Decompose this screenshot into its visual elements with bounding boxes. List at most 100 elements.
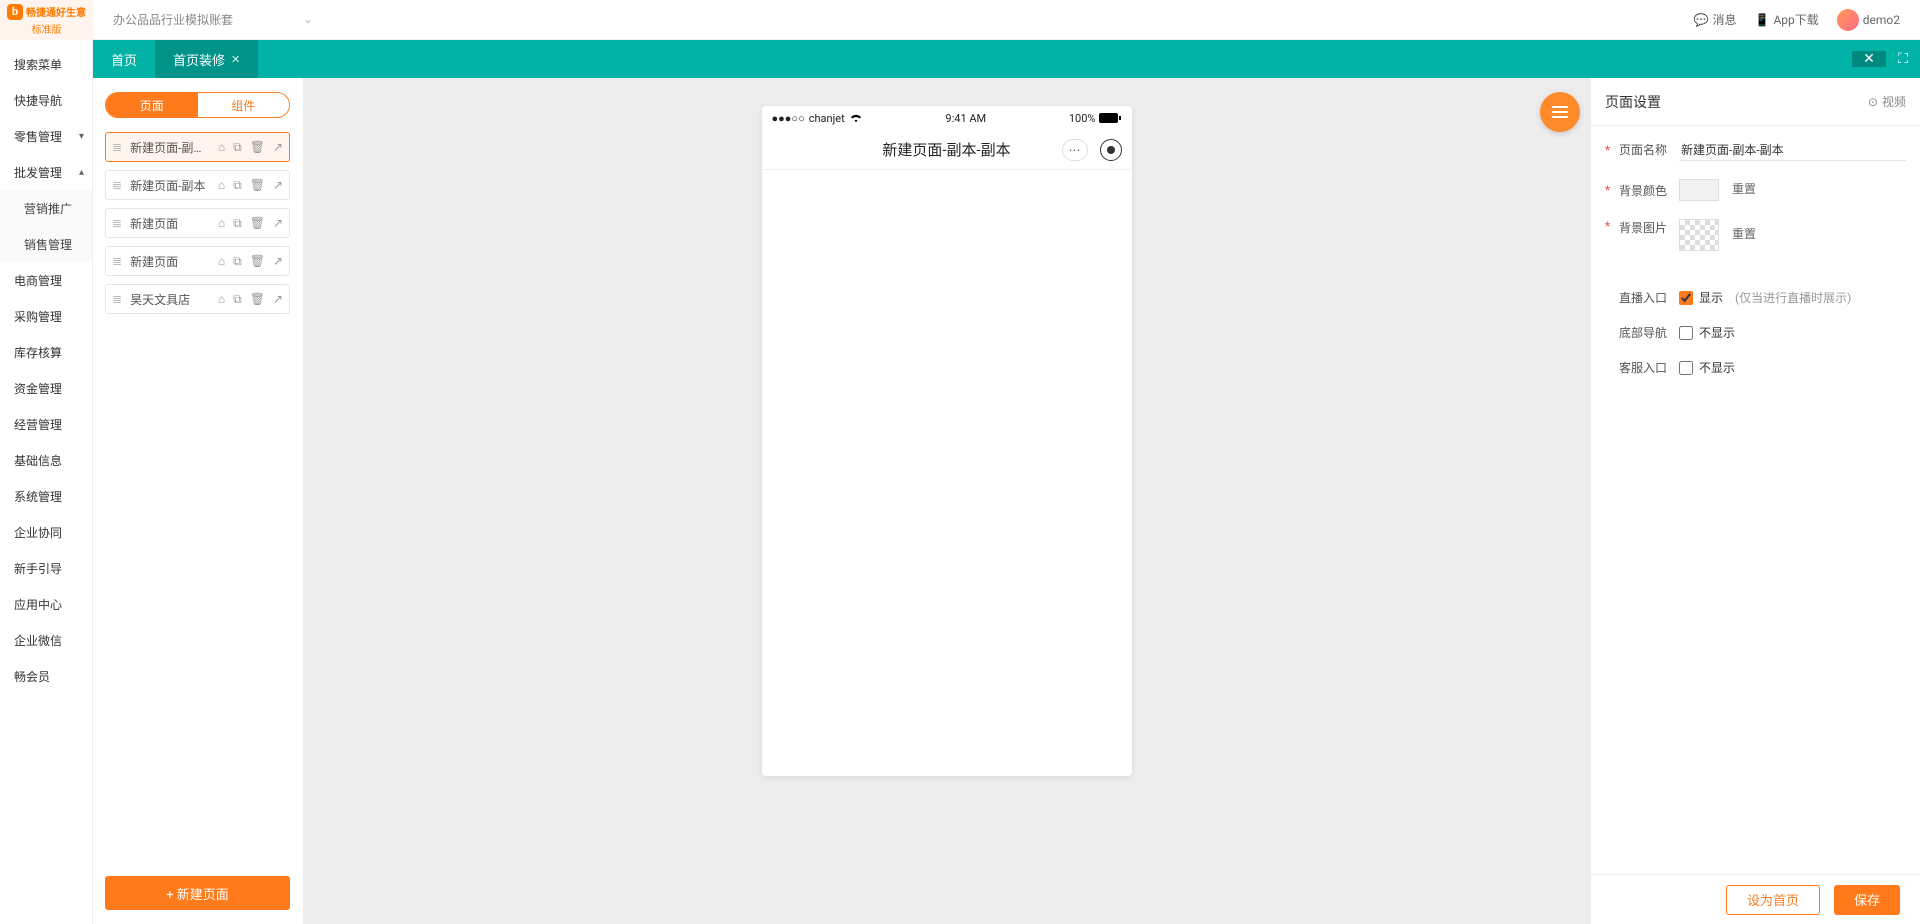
hamburger-icon	[1552, 106, 1568, 118]
home-icon[interactable]: ⌂	[218, 292, 225, 306]
tab-page-decor[interactable]: 首页装修 ✕	[155, 40, 258, 78]
new-page-button[interactable]: + 新建页面	[105, 876, 290, 910]
sidebar-item-label: 企业微信	[14, 632, 62, 649]
workspace-tabs: 首页 首页装修 ✕ ✕ ⛶	[93, 40, 1920, 78]
share-icon[interactable]: ↗	[273, 140, 283, 154]
sidebar-item[interactable]: 应用中心	[0, 586, 92, 622]
sidebar-item-label: 搜索菜单	[14, 56, 62, 73]
app-download-link[interactable]: 📱 App下载	[1754, 11, 1818, 28]
close-icon[interactable]: ✕	[231, 53, 240, 66]
video-help-link[interactable]: ⊙ 视频	[1868, 93, 1906, 110]
bgimg-reset[interactable]: 重置	[1732, 227, 1756, 241]
sidebar-item-label: 系统管理	[14, 488, 62, 505]
segment-component[interactable]: 组件	[198, 93, 290, 117]
sidebar-item[interactable]: 库存核算	[0, 334, 92, 370]
live-entry-checkbox[interactable]	[1679, 291, 1693, 305]
page-list-item[interactable]: ≣新建页面⌂⧉🗑↗	[105, 246, 290, 276]
sidebar-item[interactable]: 经营管理	[0, 406, 92, 442]
brand-edition: 标准版	[32, 21, 62, 36]
page-item-name: 新建页面-副本	[130, 177, 210, 194]
bgcolor-reset[interactable]: 重置	[1732, 182, 1756, 196]
sidebar-item[interactable]: 新手引导	[0, 550, 92, 586]
brand-name: 畅捷通好生意	[26, 4, 86, 19]
bgcolor-swatch[interactable]	[1679, 179, 1719, 201]
home-icon[interactable]: ⌂	[218, 140, 225, 154]
top-header: b 畅捷通好生意 标准版 办公品品行业模拟账套 ⌄ 💬 消息 📱 App下载 d…	[0, 0, 1920, 40]
delete-icon[interactable]: 🗑	[250, 216, 265, 230]
share-icon[interactable]: ↗	[273, 254, 283, 268]
close-all-button[interactable]: ✕	[1852, 51, 1886, 67]
delete-icon[interactable]: 🗑	[250, 178, 265, 192]
sidebar-item[interactable]: 快捷导航	[0, 82, 92, 118]
canvas-menu-fab[interactable]	[1540, 92, 1580, 132]
miniapp-close-icon[interactable]	[1100, 139, 1122, 161]
bgcolor-label: 背景颜色	[1619, 182, 1679, 199]
settings-panel: 页面设置 ⊙ 视频 * 页面名称 *	[1590, 78, 1920, 924]
account-selector[interactable]: 办公品品行业模拟账套 ⌄	[113, 7, 313, 33]
sidebar-item[interactable]: 资金管理	[0, 370, 92, 406]
page-list-item[interactable]: ≣ 新建页面-副本 ⌂ ⧉ 🗑 ↗	[105, 170, 290, 200]
copy-icon[interactable]: ⧉	[233, 178, 242, 193]
save-button[interactable]: 保存	[1834, 885, 1900, 915]
set-home-button[interactable]: 设为首页	[1726, 885, 1820, 915]
sidebar-item-label: 电商管理	[14, 272, 62, 289]
drag-handle-icon[interactable]: ≣	[112, 292, 122, 306]
bgimg-thumbnail[interactable]	[1679, 219, 1719, 251]
segment-page[interactable]: 页面	[106, 93, 198, 117]
sidebar-item[interactable]: 畅会员	[0, 658, 92, 694]
sidebar-item[interactable]: 基础信息	[0, 442, 92, 478]
sidebar-item[interactable]: 企业协同	[0, 514, 92, 550]
page-item-name: 新建页面-副本…	[130, 139, 210, 156]
share-icon[interactable]: ↗	[273, 292, 283, 306]
drag-handle-icon[interactable]: ≣	[112, 254, 122, 268]
service-entry-checkbox[interactable]	[1679, 361, 1693, 375]
copy-icon[interactable]: ⧉	[233, 254, 242, 269]
sidebar-item[interactable]: 电商管理	[0, 262, 92, 298]
share-icon[interactable]: ↗	[273, 178, 283, 192]
fullscreen-button[interactable]: ⛶	[1886, 51, 1920, 67]
delete-icon[interactable]: 🗑	[250, 292, 265, 306]
delete-icon[interactable]: 🗑	[250, 254, 265, 268]
messages-label: 消息	[1712, 11, 1736, 28]
bottomnav-checkbox[interactable]	[1679, 326, 1693, 340]
sidebar-item-label: 企业协同	[14, 524, 62, 541]
miniapp-menu-icon[interactable]: ⋯	[1062, 139, 1088, 161]
copy-icon[interactable]: ⧉	[233, 140, 242, 155]
sidebar-item[interactable]: 企业微信	[0, 622, 92, 658]
sidebar-item[interactable]: 批发管理▴	[0, 154, 92, 190]
tab-home[interactable]: 首页	[93, 40, 155, 78]
home-icon[interactable]: ⌂	[218, 216, 225, 230]
home-icon[interactable]: ⌂	[218, 178, 225, 192]
tab-home-label: 首页	[111, 50, 137, 69]
page-list-item[interactable]: ≣新建页面⌂⧉🗑↗	[105, 208, 290, 238]
page-list-item[interactable]: ≣昊天文具店⌂⧉🗑↗	[105, 284, 290, 314]
drag-handle-icon[interactable]: ≣	[112, 216, 122, 230]
user-menu[interactable]: demo2	[1837, 9, 1900, 31]
home-icon[interactable]: ⌂	[218, 254, 225, 268]
delete-icon[interactable]: 🗑	[250, 140, 265, 154]
sidebar-item[interactable]: 系统管理	[0, 478, 92, 514]
messages-link[interactable]: 💬 消息	[1694, 11, 1737, 28]
carrier-label: chanjet	[809, 112, 845, 125]
battery-label: 100%	[1069, 112, 1096, 125]
phone-navbar: 新建页面-副本-副本 ⋯	[762, 130, 1132, 170]
chevron-icon: ▾	[79, 131, 84, 142]
sidebar-item[interactable]: 采购管理	[0, 298, 92, 334]
required-icon: *	[1605, 143, 1613, 157]
sidebar-item-label: 批发管理	[14, 164, 62, 181]
sidebar-item[interactable]: 搜索菜单	[0, 46, 92, 82]
brand-block[interactable]: b 畅捷通好生意 标准版	[0, 0, 93, 40]
copy-icon[interactable]: ⧉	[233, 292, 242, 307]
page-list-panel: 页面 组件 ≣新建页面-副本…⌂⧉🗑↗≣新建页面-副本⌂⧉🗑↗≣新建页面⌂⧉🗑↗…	[93, 78, 303, 924]
drag-handle-icon[interactable]: ≣	[112, 140, 122, 154]
copy-icon[interactable]: ⧉	[233, 216, 242, 231]
sidebar-subitem[interactable]: 销售管理	[0, 226, 92, 262]
sidebar-subitem[interactable]: 营销推广	[0, 190, 92, 226]
sidebar-item-label: 畅会员	[14, 668, 50, 685]
required-icon: *	[1605, 219, 1613, 233]
drag-handle-icon[interactable]: ≣	[112, 178, 122, 192]
page-name-input[interactable]	[1679, 138, 1906, 161]
sidebar-item[interactable]: 零售管理▾	[0, 118, 92, 154]
page-list-item[interactable]: ≣ 新建页面-副本… ⌂ ⧉ 🗑 ↗	[105, 132, 290, 162]
share-icon[interactable]: ↗	[273, 216, 283, 230]
